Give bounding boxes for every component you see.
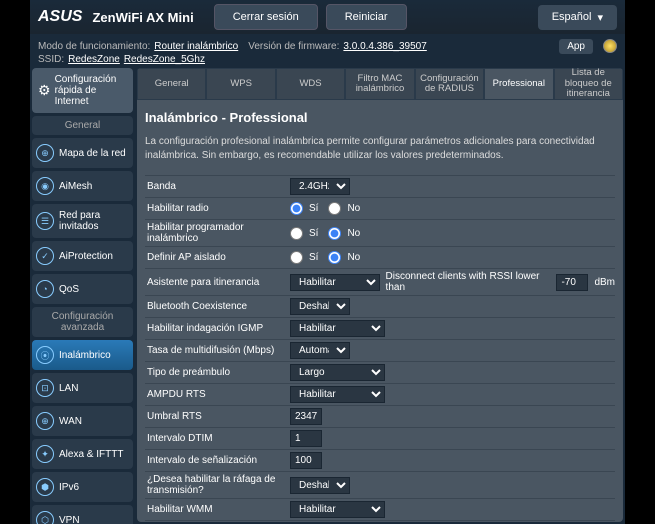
tab-general[interactable]: General (137, 68, 206, 100)
ipv6-icon: ⬢ (36, 478, 54, 496)
sidebar-item-alexa[interactable]: ✦Alexa & IFTTT (32, 439, 133, 469)
ampdurts-select[interactable]: Habilitar (290, 386, 385, 403)
wifi-icon: ⦿ (36, 346, 54, 364)
apiso-label: Definir AP aislado (145, 252, 290, 263)
preamble-label: Tipo de preámbulo (145, 367, 290, 378)
sched-no[interactable] (328, 227, 341, 240)
logout-button[interactable]: Cerrar sesión (214, 4, 318, 30)
btcoex-label: Bluetooth Coexistence (145, 301, 290, 312)
tab-wds[interactable]: WDS (276, 68, 345, 100)
igmp-label: Habilitar indagación IGMP (145, 323, 290, 334)
ssid2-link[interactable]: RedesZone_5Ghz (124, 54, 205, 65)
quick-setup-button[interactable]: ⚙ Configuración rápida de Internet (32, 68, 133, 113)
ssid-bar: SSID: RedesZone RedesZone_5Ghz (30, 52, 625, 66)
sidebar-item-qos[interactable]: ◔QoS (32, 274, 133, 304)
sidebar-item-wireless[interactable]: ⦿Inalámbrico (32, 340, 133, 370)
brand-logo: ASUS (38, 8, 82, 26)
apiso-yes[interactable] (290, 251, 303, 264)
sidebar-item-aiprotection[interactable]: ✓AiProtection (32, 241, 133, 271)
map-icon: ⊕ (36, 144, 54, 162)
sidebar-cat-adv: Configuración avanzada (32, 307, 133, 337)
sidebar-cat-general: General (32, 116, 133, 135)
chevron-down-icon: ▾ (597, 11, 603, 24)
sidebar: ⚙ Configuración rápida de Internet Gener… (30, 66, 135, 524)
shield-icon: ✓ (36, 247, 54, 265)
beacon-input[interactable] (290, 452, 322, 469)
sidebar-item-lan[interactable]: ⊡LAN (32, 373, 133, 403)
fw-link[interactable]: 3.0.0.4.386_39507 (343, 41, 426, 52)
reboot-button[interactable]: Reiniciar (326, 4, 407, 30)
tab-radius[interactable]: Configuración de RADIUS (415, 68, 484, 100)
subtabs: General WPS WDS Filtro MAC inalámbrico C… (137, 68, 623, 100)
ampdurts-label: AMPDU RTS (145, 389, 290, 400)
band-select[interactable]: 2.4GHz (290, 178, 350, 195)
mcast-label: Tasa de multidifusión (Mbps) (145, 345, 290, 356)
roaming-suffix-a: Disconnect clients with RSSI lower than (386, 271, 551, 293)
wmm-select[interactable]: Habilitar (290, 501, 385, 518)
btcoex-select[interactable]: Deshabilitar (290, 298, 350, 315)
sched-yes[interactable] (290, 227, 303, 240)
txburst-select[interactable]: Deshabilitar (290, 477, 350, 494)
topbar: ASUS ZenWiFi AX Mini Cerrar sesión Reini… (30, 0, 625, 34)
dtim-input[interactable] (290, 430, 322, 447)
tab-professional[interactable]: Professional (484, 68, 553, 100)
mcast-select[interactable]: Automático (290, 342, 350, 359)
panel-desc: La configuración profesional inalámbrica… (145, 135, 615, 163)
rts-label: Umbral RTS (145, 411, 290, 422)
mesh-icon: ◉ (36, 177, 54, 195)
lan-icon: ⊡ (36, 379, 54, 397)
vpn-icon: ⬡ (36, 511, 54, 524)
qos-icon: ◔ (36, 280, 54, 298)
ssid-label: SSID: (38, 54, 64, 65)
guest-icon: ☰ (36, 212, 54, 230)
tab-roaming-blocklist[interactable]: Lista de bloqueo de itinerancia (554, 68, 623, 100)
wan-icon: ⊕ (36, 412, 54, 430)
band-label: Banda (145, 181, 290, 192)
sidebar-item-map[interactable]: ⊕Mapa de la red (32, 138, 133, 168)
sidebar-item-guest[interactable]: ☰Red para invitados (32, 204, 133, 238)
dtim-label: Intervalo DTIM (145, 433, 290, 444)
rssi-input[interactable] (556, 274, 588, 291)
preamble-select[interactable]: Largo (290, 364, 385, 381)
enable-radio-yes[interactable] (290, 202, 303, 215)
beacon-label: Intervalo de señalización (145, 455, 290, 466)
alexa-icon: ✦ (36, 445, 54, 463)
txburst-label: ¿Desea habilitar la ráfaga de transmisió… (145, 474, 290, 496)
mode-link[interactable]: Router inalámbrico (154, 41, 238, 52)
roaming-suffix-b: dBm (594, 277, 615, 288)
igmp-select[interactable]: Habilitar (290, 320, 385, 337)
panel-title: Inalámbrico - Professional (145, 110, 615, 125)
status-icon (603, 39, 617, 53)
wmm-label: Habilitar WMM (145, 504, 290, 515)
roaming-label: Asistente para itinerancia (145, 277, 290, 288)
language-select[interactable]: Español ▾ (538, 5, 617, 30)
enable-radio-no[interactable] (328, 202, 341, 215)
gear-icon: ⚙ (38, 82, 51, 99)
enable-radio-label: Habilitar radio (145, 203, 290, 214)
fw-label: Versión de firmware: (248, 41, 339, 52)
sidebar-item-wan[interactable]: ⊕WAN (32, 406, 133, 436)
sidebar-item-vpn[interactable]: ⬡VPN (32, 505, 133, 524)
model-name: ZenWiFi AX Mini (92, 10, 193, 25)
content: General WPS WDS Filtro MAC inalámbrico C… (137, 68, 623, 522)
roaming-select[interactable]: Habilitar (290, 274, 380, 291)
sidebar-item-aimesh[interactable]: ◉AiMesh (32, 171, 133, 201)
tab-macfilter[interactable]: Filtro MAC inalámbrico (345, 68, 414, 100)
sched-label: Habilitar programador inalámbrico (145, 222, 290, 244)
sidebar-item-ipv6[interactable]: ⬢IPv6 (32, 472, 133, 502)
tab-wps[interactable]: WPS (206, 68, 275, 100)
apiso-no[interactable] (328, 251, 341, 264)
rts-input[interactable] (290, 408, 322, 425)
ssid1-link[interactable]: RedesZone (68, 54, 120, 65)
mode-label: Modo de funcionamiento: (38, 41, 150, 52)
